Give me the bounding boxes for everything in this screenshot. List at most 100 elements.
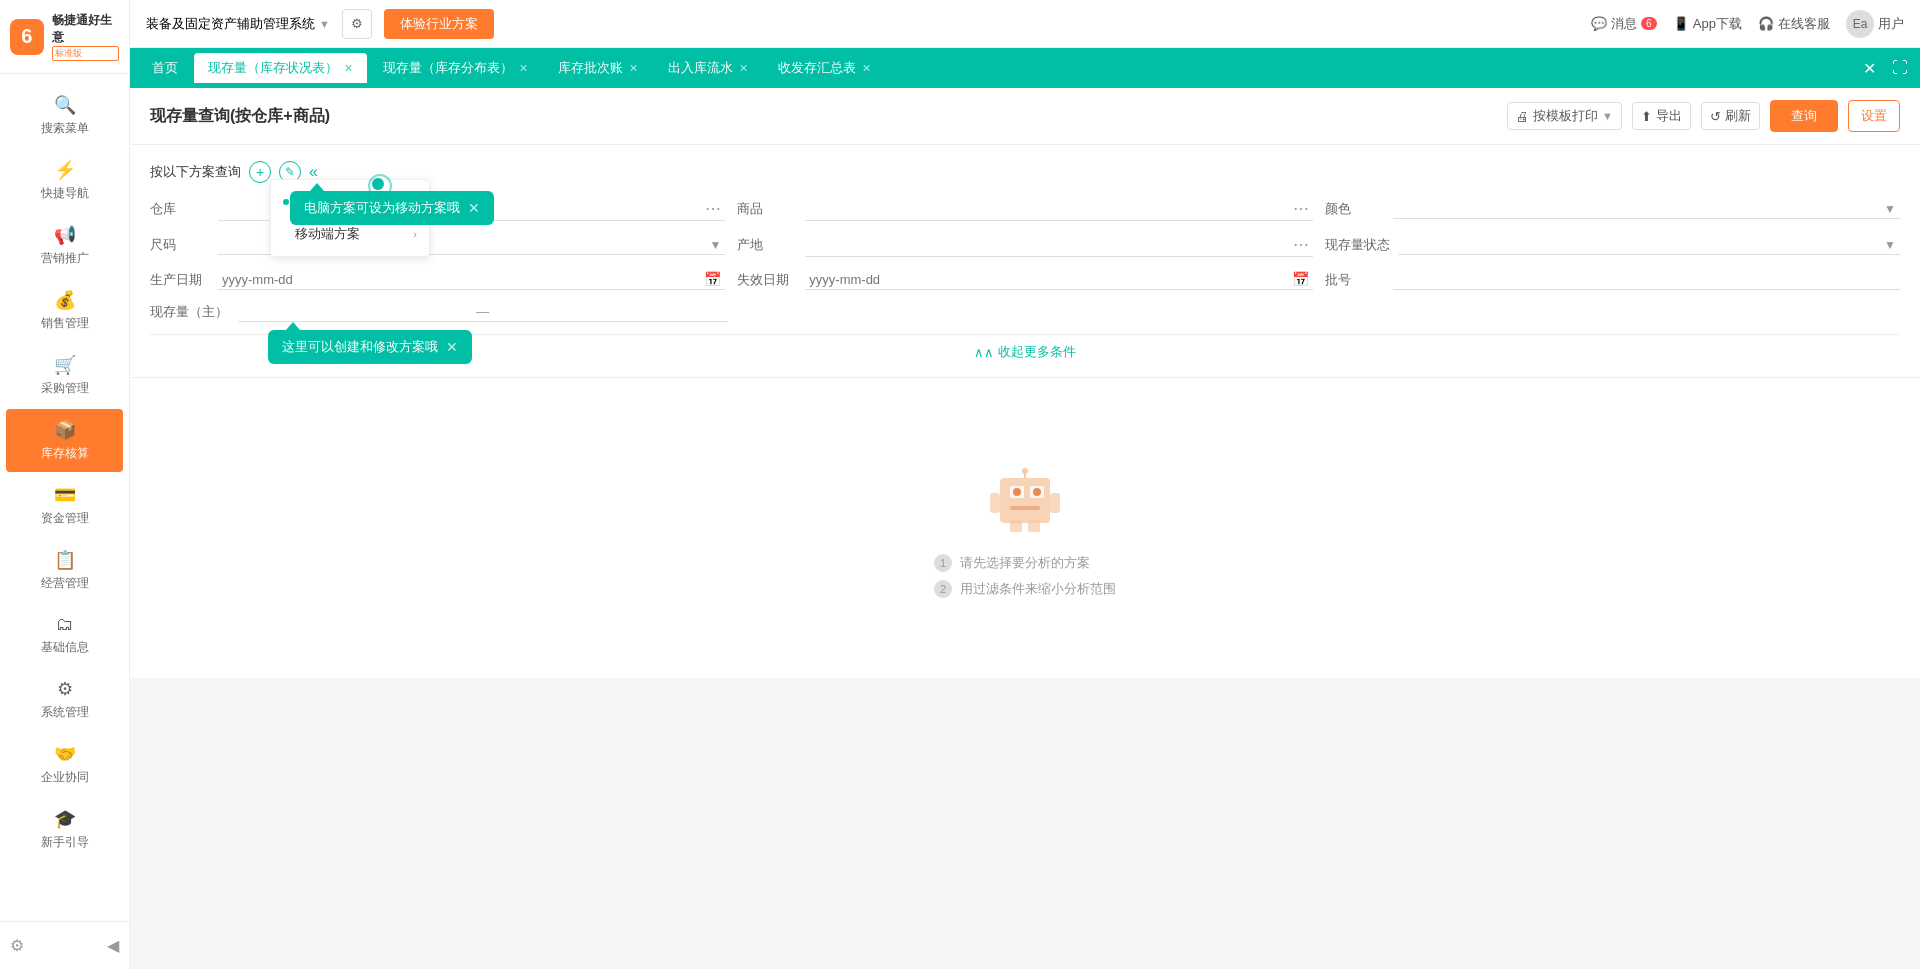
- user-label: 用户: [1878, 15, 1904, 33]
- sidebar-item-label: 经营管理: [41, 575, 89, 592]
- sidebar-item-purchase[interactable]: 🛒 采购管理: [6, 344, 123, 407]
- scheme-item-label: 移动端方案: [295, 225, 360, 243]
- dropdown-arrow-icon: ▼: [1602, 110, 1613, 122]
- query-button[interactable]: 查询: [1770, 100, 1838, 132]
- tab-inventory-dist[interactable]: 现存量（库存分布表） ✕: [369, 53, 542, 83]
- batch-no-label: 批号: [1325, 271, 1385, 289]
- color-dropdown-icon[interactable]: ▼: [1884, 202, 1896, 216]
- step-1-text: 请先选择要分析的方案: [960, 554, 1090, 572]
- color-input[interactable]: [1397, 201, 1880, 216]
- user-action[interactable]: Ea 用户: [1846, 10, 1904, 38]
- page-title-bar: 现存量查询(按仓库+商品) 🖨 按模板打印 ▼ ⬆ 导出 ↺ 刷新: [130, 88, 1920, 145]
- sidebar-nav: 🔍 搜索菜单 ⚡ 快捷导航 📢 营销推广 💰 销售管理 🛒 采购管理 📦 库存核…: [0, 74, 129, 921]
- export-button[interactable]: ⬆ 导出: [1632, 102, 1691, 130]
- tab-in-out-flow[interactable]: 出入库流水 ✕: [654, 53, 762, 83]
- scheme-tooltip: 电脑方案可设为移动方案哦 ✕: [290, 191, 494, 225]
- messages-action[interactable]: 💬 消息 6: [1591, 15, 1657, 33]
- sidebar-item-label: 库存核算: [41, 445, 89, 462]
- filter-group-stock-status: 现存量状态 ▼: [1325, 235, 1900, 255]
- sidebar-item-finance[interactable]: 💳 资金管理: [6, 474, 123, 537]
- tab-in-out-flow-label: 出入库流水: [668, 59, 733, 77]
- avatar: Ea: [1846, 10, 1874, 38]
- sidebar-item-guide[interactable]: 🎓 新手引导: [6, 798, 123, 861]
- expiry-date-calendar-icon[interactable]: 📅: [1292, 271, 1309, 287]
- prod-date-calendar-icon[interactable]: 📅: [704, 271, 721, 287]
- goods-input[interactable]: [809, 201, 1288, 216]
- svg-rect-8: [990, 493, 1000, 513]
- filter-group-origin: 产地 ⋯: [737, 233, 1312, 257]
- online-support-action[interactable]: 🎧 在线客服: [1758, 15, 1830, 33]
- app-download-action[interactable]: 📱 App下载: [1673, 15, 1742, 33]
- sidebar-item-marketing[interactable]: 📢 营销推广: [6, 214, 123, 277]
- tab-fullscreen-icon[interactable]: ⛶: [1888, 55, 1912, 81]
- scheme-tooltip-close[interactable]: ✕: [468, 200, 480, 216]
- tab-close-icon[interactable]: ✕: [739, 62, 748, 75]
- tab-close-all-icon[interactable]: ✕: [1859, 55, 1880, 82]
- warehouse-label: 仓库: [150, 200, 210, 218]
- refresh-button[interactable]: ↺ 刷新: [1701, 102, 1760, 130]
- origin-input[interactable]: [809, 237, 1288, 252]
- trial-button[interactable]: 体验行业方案: [384, 9, 494, 39]
- warehouse-dots-icon[interactable]: ⋯: [705, 199, 721, 218]
- refresh-icon: ↺: [1710, 109, 1721, 124]
- sidebar-item-label: 销售管理: [41, 315, 89, 332]
- tab-receive-summary[interactable]: 收发存汇总表 ✕: [764, 53, 885, 83]
- collapse-sidebar-icon[interactable]: ◀: [103, 932, 123, 959]
- template-print-button[interactable]: 🖨 按模板打印 ▼: [1507, 102, 1622, 130]
- settings-button[interactable]: ⚙: [342, 9, 372, 39]
- tab-batch-account-label: 库存批次账: [558, 59, 623, 77]
- sidebar-item-search[interactable]: 🔍 搜索菜单: [6, 84, 123, 147]
- sidebar-item-label: 系统管理: [41, 704, 89, 721]
- sidebar-item-inventory[interactable]: 📦 库存核算: [6, 409, 123, 472]
- sidebar-item-label: 基础信息: [41, 639, 89, 656]
- tab-inventory-dist-label: 现存量（库存分布表）: [383, 59, 513, 77]
- sidebar-item-basic-info[interactable]: 🗂 基础信息: [6, 604, 123, 666]
- top-header: 装备及固定资产辅助管理系统 ▼ ⚙ 体验行业方案 💬 消息 6 📱 App下载 …: [130, 0, 1920, 48]
- prod-date-start-input[interactable]: [222, 272, 700, 287]
- add-scheme-button[interactable]: +: [249, 161, 271, 183]
- logo-badge: 标准版: [52, 46, 119, 61]
- stock-status-input[interactable]: [1402, 237, 1880, 252]
- tab-close-icon[interactable]: ✕: [629, 62, 638, 75]
- filter-row-3: 生产日期 📅 失效日期 📅: [150, 269, 1900, 290]
- filter-group-color: 颜色 ▼: [1325, 199, 1900, 219]
- tab-close-icon[interactable]: ✕: [862, 62, 871, 75]
- size-label: 尺码: [150, 236, 210, 254]
- goods-dots-icon[interactable]: ⋯: [1293, 199, 1309, 218]
- edit-scheme-tooltip-text: 这里可以创建和修改方案哦: [282, 338, 438, 356]
- color-input-wrapper: ▼: [1393, 199, 1900, 219]
- tab-close-icon[interactable]: ✕: [344, 62, 353, 75]
- origin-dots-icon[interactable]: ⋯: [1293, 235, 1309, 254]
- stock-main-end-input[interactable]: [493, 304, 723, 319]
- expiry-date-label: 失效日期: [737, 271, 797, 289]
- stock-main-start-input[interactable]: [242, 304, 472, 319]
- filter-row-4: 现存量（主） —: [150, 302, 1900, 322]
- size-dropdown-icon[interactable]: ▼: [709, 238, 721, 252]
- svg-point-3: [1013, 488, 1021, 496]
- edit-tooltip-close[interactable]: ✕: [446, 339, 458, 355]
- setup-button[interactable]: 设置: [1848, 100, 1900, 132]
- settings-icon[interactable]: ⚙: [6, 932, 28, 959]
- system-name-dropdown[interactable]: 装备及固定资产辅助管理系统 ▼: [146, 15, 330, 33]
- tab-inventory-status-label: 现存量（库存状况表）: [208, 59, 338, 77]
- batch-no-input[interactable]: [1397, 272, 1896, 287]
- sidebar-item-sales[interactable]: 💰 销售管理: [6, 279, 123, 342]
- tab-close-icon[interactable]: ✕: [519, 62, 528, 75]
- logo-name: 畅捷通好生意: [52, 12, 119, 46]
- stock-status-dropdown-icon[interactable]: ▼: [1884, 238, 1896, 252]
- collapse-button[interactable]: ∧∧ 收起更多条件: [974, 343, 1076, 361]
- edit-scheme-tooltip: 这里可以创建和修改方案哦 ✕: [268, 330, 472, 364]
- sidebar-item-operations[interactable]: 📋 经营管理: [6, 539, 123, 602]
- empty-steps: 1 请先选择要分析的方案 2 用过滤条件来缩小分析范围: [934, 554, 1116, 598]
- tab-end-actions: ✕ ⛶: [1859, 55, 1912, 82]
- svg-rect-10: [1010, 520, 1022, 532]
- sidebar-item-quick-nav[interactable]: ⚡ 快捷导航: [6, 149, 123, 212]
- system-name: 装备及固定资产辅助管理系统: [146, 15, 315, 33]
- filter-group-goods: 商品 ⋯: [737, 197, 1312, 221]
- tab-batch-account[interactable]: 库存批次账 ✕: [544, 53, 652, 83]
- sidebar-item-enterprise[interactable]: 🤝 企业协同: [6, 733, 123, 796]
- sidebar-item-system[interactable]: ⚙ 系统管理: [6, 668, 123, 731]
- expiry-date-start-input[interactable]: [809, 272, 1287, 287]
- tab-inventory-status[interactable]: 现存量（库存状况表） ✕: [194, 53, 367, 83]
- tab-home[interactable]: 首页: [138, 53, 192, 83]
